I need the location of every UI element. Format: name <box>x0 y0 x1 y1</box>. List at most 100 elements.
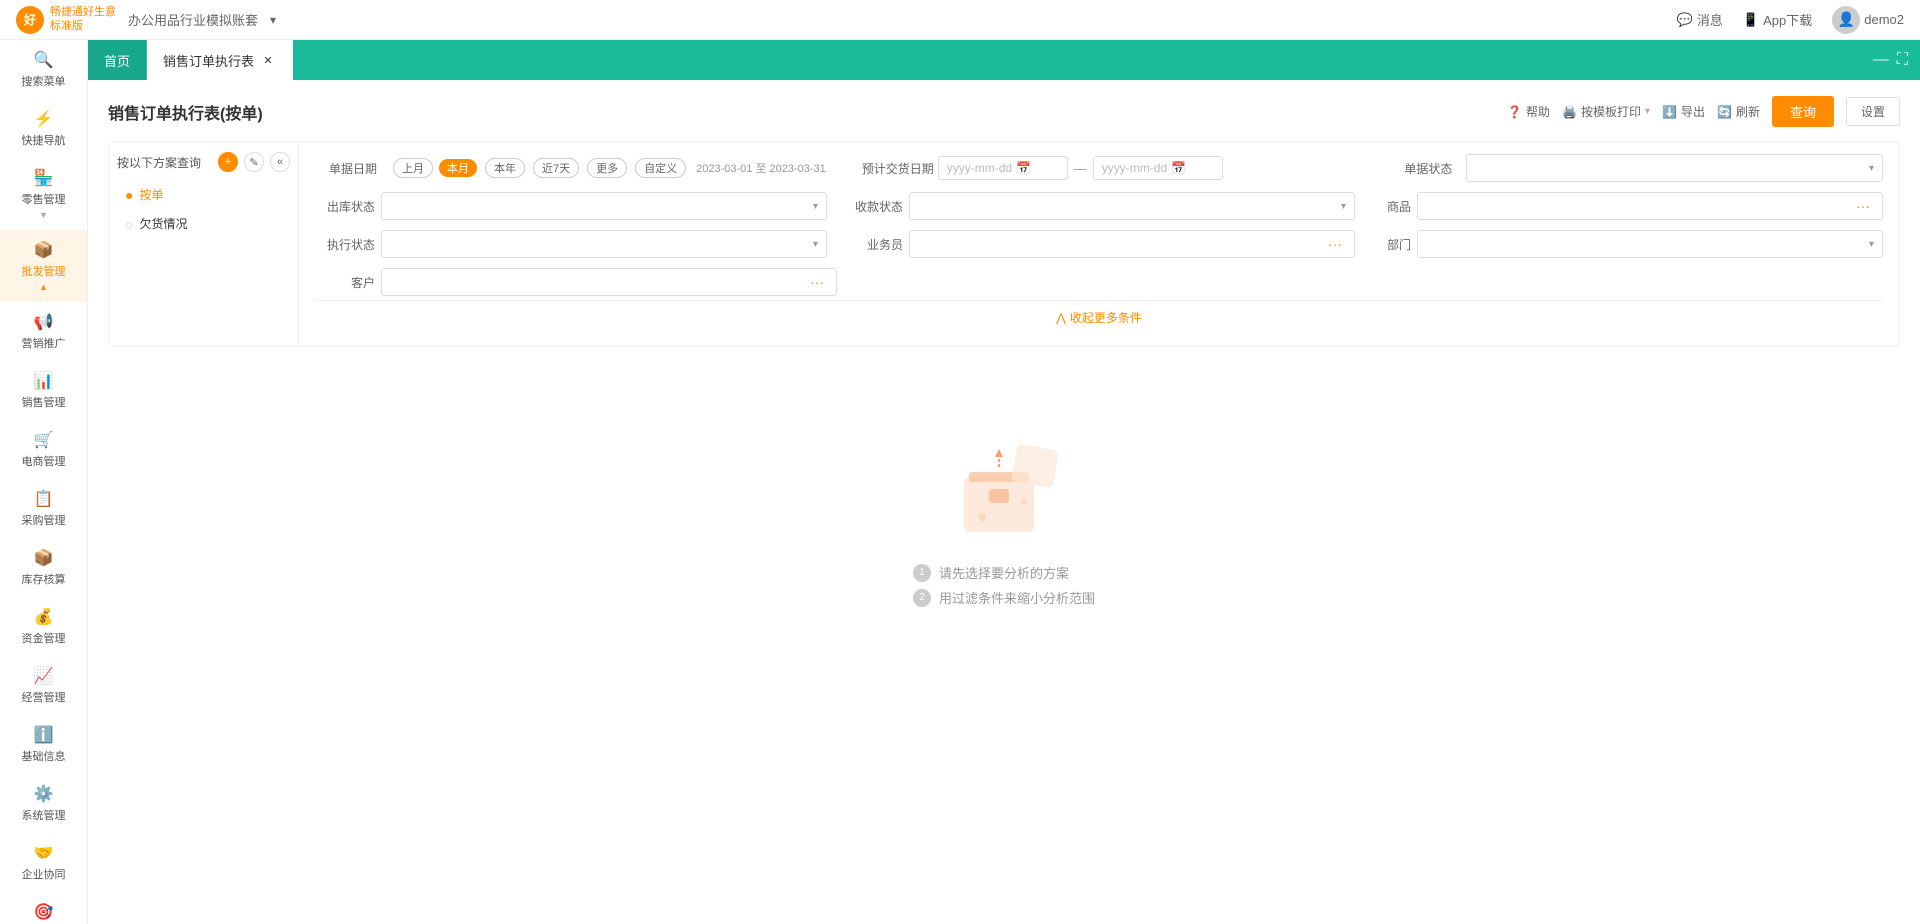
filter-col-payment: 收款状态 ▾ <box>843 192 1355 220</box>
export-btn[interactable]: ⬇️ 导出 <box>1662 103 1705 120</box>
date-tag-7days[interactable]: 近7天 <box>533 158 579 178</box>
sidebar-item-guide[interactable]: 🎯 新手引导 <box>0 892 87 924</box>
app-download-action[interactable]: 📱 App下载 <box>1743 10 1812 29</box>
help-label: 帮助 <box>1526 103 1550 120</box>
calendar-start-icon[interactable]: 📅 <box>1016 161 1031 175</box>
collapse-btn[interactable]: ⋀ 收起更多条件 <box>315 300 1883 334</box>
filter-col-date: 单据日期 上月 本月 本年 近7天 更多 自定义 2023-03-01 至 20… <box>315 158 826 178</box>
dept-dropdown[interactable]: ▾ <box>1417 230 1883 258</box>
avatar: 👤 <box>1832 6 1860 34</box>
date-tag-current-year[interactable]: 本年 <box>485 158 525 178</box>
tab-minimize-btn[interactable]: — <box>1873 51 1889 69</box>
sidebar-label-marketing: 营销推广 <box>22 335 66 351</box>
tab-maximize-btn[interactable]: ⛶ <box>1897 51 1908 69</box>
product-input[interactable]: ··· <box>1417 192 1883 220</box>
customer-input[interactable]: ··· <box>381 268 837 296</box>
scheme-item-shortage[interactable]: ○ 欠货情况 <box>117 209 290 238</box>
wholesale-icon: 📦 <box>34 240 54 260</box>
refresh-btn[interactable]: 🔄 刷新 <box>1717 103 1760 120</box>
sidebar-item-operations[interactable]: 📈 经营管理 <box>0 656 87 715</box>
sidebar-label-search: 搜索菜单 <box>22 73 66 89</box>
product-label: 商品 <box>1371 198 1411 215</box>
sidebar-item-purchase[interactable]: 📋 采购管理 <box>0 479 87 538</box>
delivery-status-dropdown[interactable]: ▾ <box>381 192 827 220</box>
sidebar-item-inventory[interactable]: 📦 库存核算 <box>0 538 87 597</box>
sidebar-label-collab: 企业协同 <box>22 866 66 882</box>
tab-home[interactable]: 首页 <box>88 40 147 80</box>
date-separator: — <box>1074 161 1087 176</box>
sidebar-label-wholesale: 批发管理 <box>22 263 66 279</box>
dept-caret-icon: ▾ <box>1869 239 1874 250</box>
guide-icon: 🎯 <box>34 902 54 922</box>
print-icon: 🖨️ <box>1562 105 1577 119</box>
tab-close-icon[interactable]: ✕ <box>260 52 276 68</box>
date-tag-current-month[interactable]: 本月 <box>439 159 477 177</box>
calendar-end-icon[interactable]: 📅 <box>1171 161 1186 175</box>
payment-status-dropdown[interactable]: ▾ <box>909 192 1355 220</box>
empty-state-text: 1 请先选择要分析的方案 2 用过滤条件来缩小分析范围 <box>913 563 1095 613</box>
query-left-header: 按以下方案查询 + ✎ « <box>117 152 290 172</box>
sidebar-item-ecommerce[interactable]: 🛒 电商管理 <box>0 420 87 479</box>
wholesale-collapse-icon: ▲ <box>39 282 48 292</box>
empty-state-svg <box>944 427 1064 547</box>
status-caret-icon: ▾ <box>1869 163 1874 174</box>
step1-text: 请先选择要分析的方案 <box>939 563 1069 582</box>
message-action[interactable]: 💬 消息 <box>1677 10 1723 29</box>
exec-status-dropdown[interactable]: ▾ <box>381 230 827 258</box>
filter-col-salesperson: 业务员 ··· <box>843 230 1355 258</box>
filter-col-status: 单据状态 ▾ <box>1390 154 1883 182</box>
sidebar-label-purchase: 采购管理 <box>22 512 66 528</box>
sidebar-label-operations: 经营管理 <box>22 689 66 705</box>
date-range-display: 2023-03-01 至 2023-03-31 <box>696 160 826 176</box>
expected-date-label: 预计交货日期 <box>862 160 932 177</box>
quicknav-icon: ⚡ <box>34 109 54 129</box>
app-title-dropdown[interactable]: ▾ <box>270 13 276 27</box>
help-icon: ❓ <box>1507 105 1522 119</box>
top-bar-left: 好 畅捷通好生意 标准版 办公用品行业模拟账套 ▾ <box>16 6 276 34</box>
scheme-item-label-shortage: 欠货情况 <box>139 215 187 232</box>
salesperson-label: 业务员 <box>843 236 903 253</box>
edit-scheme-btn[interactable]: ✎ <box>244 152 264 172</box>
scheme-header-label: 按以下方案查询 <box>117 154 201 171</box>
status-dropdown[interactable]: ▾ <box>1466 154 1883 182</box>
filter-col-product: 商品 ··· <box>1371 192 1883 220</box>
page-actions: ❓ 帮助 🖨️ 按模板打印 ▾ ⬇️ 导出 <box>1507 96 1900 127</box>
salesperson-input[interactable]: ··· <box>909 230 1355 258</box>
expected-date-start-input[interactable]: yyyy-mm-dd 📅 <box>938 156 1068 180</box>
scheme-item-order[interactable]: ● 按单 <box>117 180 290 209</box>
salesperson-dots-btn[interactable]: ··· <box>1324 236 1346 252</box>
tab-sales-exec[interactable]: 销售订单执行表 ✕ <box>147 40 293 80</box>
logo-text: 畅捷通好生意 标准版 <box>50 6 116 32</box>
print-dropdown-icon: ▾ <box>1645 106 1650 117</box>
scheme-item-label-order: 按单 <box>139 186 163 203</box>
sidebar-item-collab[interactable]: 🤝 企业协同 <box>0 833 87 892</box>
print-btn[interactable]: 🖨️ 按模板打印 ▾ <box>1562 103 1650 120</box>
sidebar-item-sales[interactable]: 📊 销售管理 <box>0 361 87 420</box>
sidebar-item-system[interactable]: ⚙️ 系统管理 <box>0 774 87 833</box>
date-tag-custom[interactable]: 自定义 <box>635 158 686 178</box>
expected-date-end-input[interactable]: yyyy-mm-dd 📅 <box>1093 156 1223 180</box>
sidebar: 🔍 搜索菜单 ⚡ 快捷导航 🏪 零售管理 ▼ 📦 批发管理 ▲ 📢 营销推广 <box>0 40 88 924</box>
help-btn[interactable]: ❓ 帮助 <box>1507 103 1550 120</box>
sidebar-item-marketing[interactable]: 📢 营销推广 <box>0 302 87 361</box>
user-action[interactable]: 👤 demo2 <box>1832 6 1904 34</box>
sidebar-item-finance[interactable]: 💰 资金管理 <box>0 597 87 656</box>
print-label: 按模板打印 <box>1581 103 1641 120</box>
sidebar-item-search[interactable]: 🔍 搜索菜单 <box>0 40 87 99</box>
sidebar-item-retail[interactable]: 🏪 零售管理 ▼ <box>0 158 87 230</box>
query-button[interactable]: 查询 <box>1772 96 1834 127</box>
date-tag-more[interactable]: 更多 <box>587 158 627 178</box>
inventory-icon: 📦 <box>34 548 54 568</box>
settings-button[interactable]: 设置 <box>1846 97 1900 126</box>
scheme-radio-active-icon: ● <box>125 187 133 203</box>
date-tag-last-month[interactable]: 上月 <box>393 158 433 178</box>
customer-dots-btn[interactable]: ··· <box>806 274 828 290</box>
sidebar-item-quicknav[interactable]: ⚡ 快捷导航 <box>0 99 87 158</box>
sidebar-label-retail: 零售管理 <box>22 191 66 207</box>
sidebar-label-ecommerce: 电商管理 <box>22 453 66 469</box>
sidebar-item-wholesale[interactable]: 📦 批发管理 ▲ <box>0 230 87 302</box>
collapse-panel-btn[interactable]: « <box>270 152 290 172</box>
product-dots-btn[interactable]: ··· <box>1852 198 1874 214</box>
sidebar-item-basic[interactable]: ℹ️ 基础信息 <box>0 715 87 774</box>
add-scheme-btn[interactable]: + <box>218 152 238 172</box>
